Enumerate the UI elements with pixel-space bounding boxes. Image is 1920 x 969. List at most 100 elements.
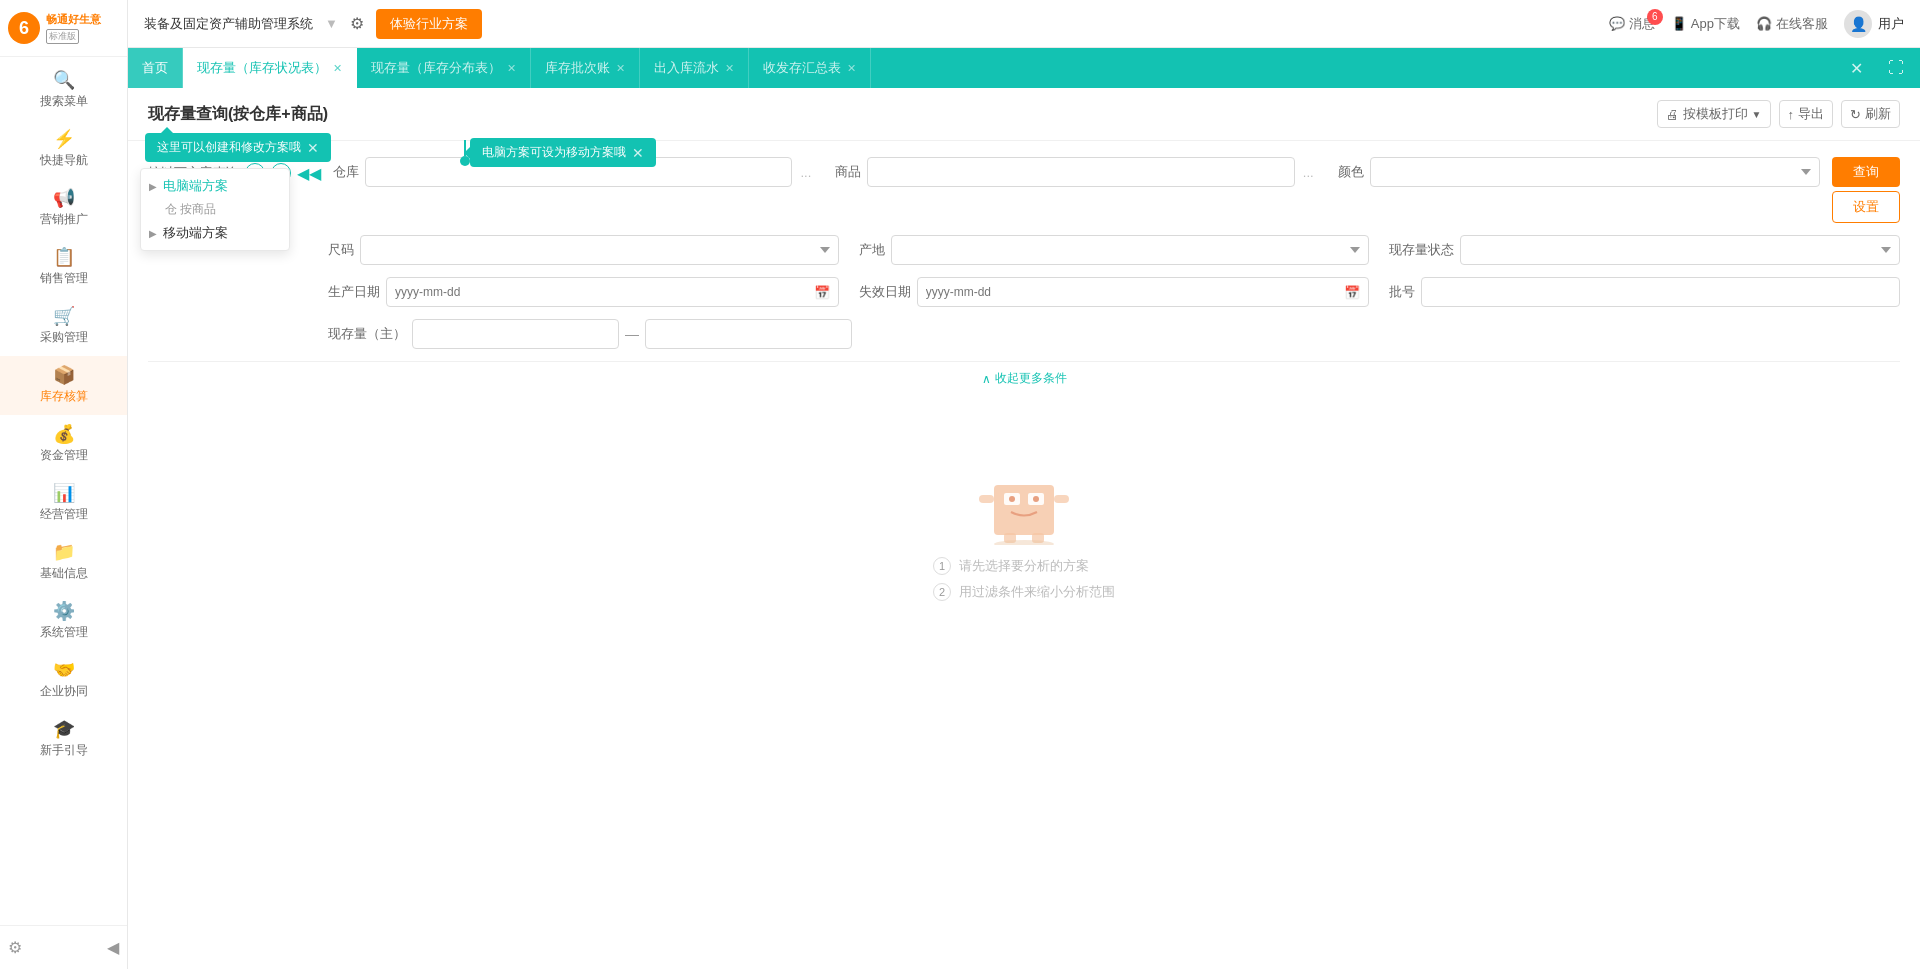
header-left: 装备及固定资产辅助管理系统 ▼ ⚙ 体验行业方案	[144, 9, 482, 39]
sidebar-item-marketing[interactable]: 📢 营销推广	[0, 179, 127, 238]
sales-nav-icon: 📋	[53, 248, 75, 266]
tab-close-stock-status[interactable]: ✕	[333, 62, 342, 75]
refresh-button[interactable]: ↻ 刷新	[1841, 100, 1900, 128]
sidebar-item-system[interactable]: ⚙️ 系统管理	[0, 592, 127, 651]
svg-point-4	[1033, 496, 1039, 502]
sidebar-item-basic[interactable]: 📁 基础信息	[0, 533, 127, 592]
expiry-date-input[interactable]	[926, 285, 1341, 299]
size-select[interactable]	[360, 235, 839, 265]
svg-rect-6	[1054, 495, 1069, 503]
sidebar-item-operation[interactable]: 📊 经营管理	[0, 474, 127, 533]
expand-arrow-icon: ▶	[149, 181, 157, 192]
production-date-field[interactable]: 📅	[386, 277, 839, 307]
production-date-input[interactable]	[395, 285, 810, 299]
export-button[interactable]: ↑ 导出	[1779, 100, 1834, 128]
query-reset-buttons: 查询 设置	[1832, 157, 1900, 223]
message-icon: 💬	[1609, 16, 1625, 31]
tooltip-close-2[interactable]: ✕	[307, 140, 319, 156]
sidebar-item-guide[interactable]: 🎓 新手引导	[0, 710, 127, 769]
expand-icon[interactable]: ⛶	[1880, 52, 1912, 84]
sidebar-item-inventory[interactable]: 📦 库存核算	[0, 356, 127, 415]
page-header: 现存量查询(按仓库+商品) 🖨 按模板打印 ▼ ↑ 导出 ↻	[128, 88, 1920, 141]
gear-icon[interactable]: ⚙	[350, 14, 364, 33]
warehouse-dots[interactable]: ...	[796, 165, 815, 180]
tooltip-scheme-create: 这里可以创建和修改方案哦 ✕	[145, 133, 331, 162]
sidebar-item-collab[interactable]: 🤝 企业协同	[0, 651, 127, 710]
print-button[interactable]: 🖨 按模板打印 ▼	[1657, 100, 1771, 128]
service-icon: 🎧	[1756, 16, 1772, 31]
expand-arrow2-icon: ▶	[149, 228, 157, 239]
tab-stock-status[interactable]: 现存量（库存状况表） ✕	[183, 48, 357, 88]
print-icon: 🖨	[1666, 107, 1679, 122]
scheme-pc-node[interactable]: ▶ 电脑端方案	[141, 173, 289, 199]
empty-state: 1 请先选择要分析的方案 2 用过滤条件来缩小分析范围	[128, 395, 1920, 661]
filter-origin: 产地	[859, 235, 1370, 265]
stock-status-select[interactable]	[1460, 235, 1900, 265]
scheme-mobile-node[interactable]: ▶ 移动端方案	[141, 220, 289, 246]
sidebar-item-sales[interactable]: 📋 销售管理	[0, 238, 127, 297]
production-date-calendar-icon[interactable]: 📅	[814, 285, 830, 300]
sidebar-item-search[interactable]: 🔍 搜索菜单	[0, 61, 127, 120]
collapse-sidebar-icon[interactable]: ◀	[107, 938, 119, 957]
experience-button[interactable]: 体验行业方案	[376, 9, 482, 39]
tab-stock-dist[interactable]: 现存量（库存分布表） ✕	[357, 48, 531, 88]
sidebar-nav: 🔍 搜索菜单 ⚡ 快捷导航 📢 营销推广 📋 销售管理 🛒 采购管理 📦	[0, 57, 127, 925]
sidebar-item-finance[interactable]: 💰 资金管理	[0, 415, 127, 474]
sidebar-footer: ⚙ ◀	[0, 925, 127, 969]
svg-point-3	[1009, 496, 1015, 502]
empty-step-2: 2 用过滤条件来缩小分析范围	[933, 583, 1115, 601]
goods-dots[interactable]: ...	[1299, 165, 1318, 180]
stock-min-input[interactable]	[412, 319, 619, 349]
close-all-tabs-icon[interactable]: ✕	[1840, 52, 1872, 84]
tooltip-bubble-1: 电脑方案可设为移动方案哦 ✕	[470, 138, 656, 167]
tab-batch[interactable]: 库存批次账 ✕	[531, 48, 640, 88]
reset-button[interactable]: 设置	[1832, 191, 1900, 223]
collapse-filter-button[interactable]: ∧ 收起更多条件	[148, 361, 1900, 395]
user-menu[interactable]: 👤 用户	[1844, 10, 1904, 38]
tab-close-stock-dist[interactable]: ✕	[507, 62, 516, 75]
page-title: 现存量查询(按仓库+商品)	[148, 104, 328, 125]
export-icon: ↑	[1788, 107, 1795, 122]
filter-expiry-date: 失效日期 📅	[859, 277, 1370, 307]
tab-close-batch[interactable]: ✕	[616, 62, 625, 75]
basic-nav-icon: 📁	[53, 543, 75, 561]
query-button[interactable]: 查询	[1832, 157, 1900, 187]
svg-rect-5	[979, 495, 994, 503]
tab-close-inout[interactable]: ✕	[725, 62, 734, 75]
app-download-button[interactable]: 📱 App下载	[1671, 15, 1740, 33]
collapse-icon: ∧	[982, 372, 991, 386]
sidebar-item-purchase[interactable]: 🛒 采购管理	[0, 297, 127, 356]
inventory-nav-icon: 📦	[53, 366, 75, 384]
search-nav-icon: 🔍	[53, 71, 75, 89]
scheme-dropdown: 这里可以创建和修改方案哦 ✕ ▶ 电脑端方案 仓 按商品 ▶	[140, 168, 290, 251]
print-arrow-icon: ▼	[1752, 109, 1762, 120]
filter-color: 颜色	[1338, 157, 1820, 187]
settings-icon[interactable]: ⚙	[8, 938, 22, 957]
tab-inout[interactable]: 出入库流水 ✕	[640, 48, 749, 88]
tab-close-summary[interactable]: ✕	[847, 62, 856, 75]
empty-step-1: 1 请先选择要分析的方案	[933, 557, 1115, 575]
message-badge: 6	[1647, 9, 1663, 25]
tab-home[interactable]: 首页	[128, 48, 183, 88]
system-title: 装备及固定资产辅助管理系统	[144, 15, 313, 33]
quick-nav-icon: ⚡	[53, 130, 75, 148]
tab-summary[interactable]: 收发存汇总表 ✕	[749, 48, 871, 88]
tooltip-close-1[interactable]: ✕	[632, 145, 644, 161]
goods-input[interactable]	[867, 157, 1294, 187]
stock-max-input[interactable]	[645, 319, 852, 349]
header-right: 💬 消息 6 📱 App下载 🎧 在线客服 👤 用户	[1609, 10, 1904, 38]
back-arrow-icon[interactable]: ◀◀	[297, 164, 321, 183]
origin-select[interactable]	[891, 235, 1370, 265]
filter-size: 尺码	[328, 235, 839, 265]
message-button[interactable]: 💬 消息 6	[1609, 15, 1655, 33]
sidebar-item-quick[interactable]: ⚡ 快捷导航	[0, 120, 127, 179]
marketing-nav-icon: 📢	[53, 189, 75, 207]
expiry-date-calendar-icon[interactable]: 📅	[1344, 285, 1360, 300]
online-service-button[interactable]: 🎧 在线客服	[1756, 15, 1828, 33]
expiry-date-field[interactable]: 📅	[917, 277, 1370, 307]
batch-input[interactable]	[1421, 277, 1900, 307]
color-select[interactable]	[1370, 157, 1820, 187]
system-nav-icon: ⚙️	[53, 602, 75, 620]
phone-icon: 📱	[1671, 16, 1687, 31]
operation-nav-icon: 📊	[53, 484, 75, 502]
